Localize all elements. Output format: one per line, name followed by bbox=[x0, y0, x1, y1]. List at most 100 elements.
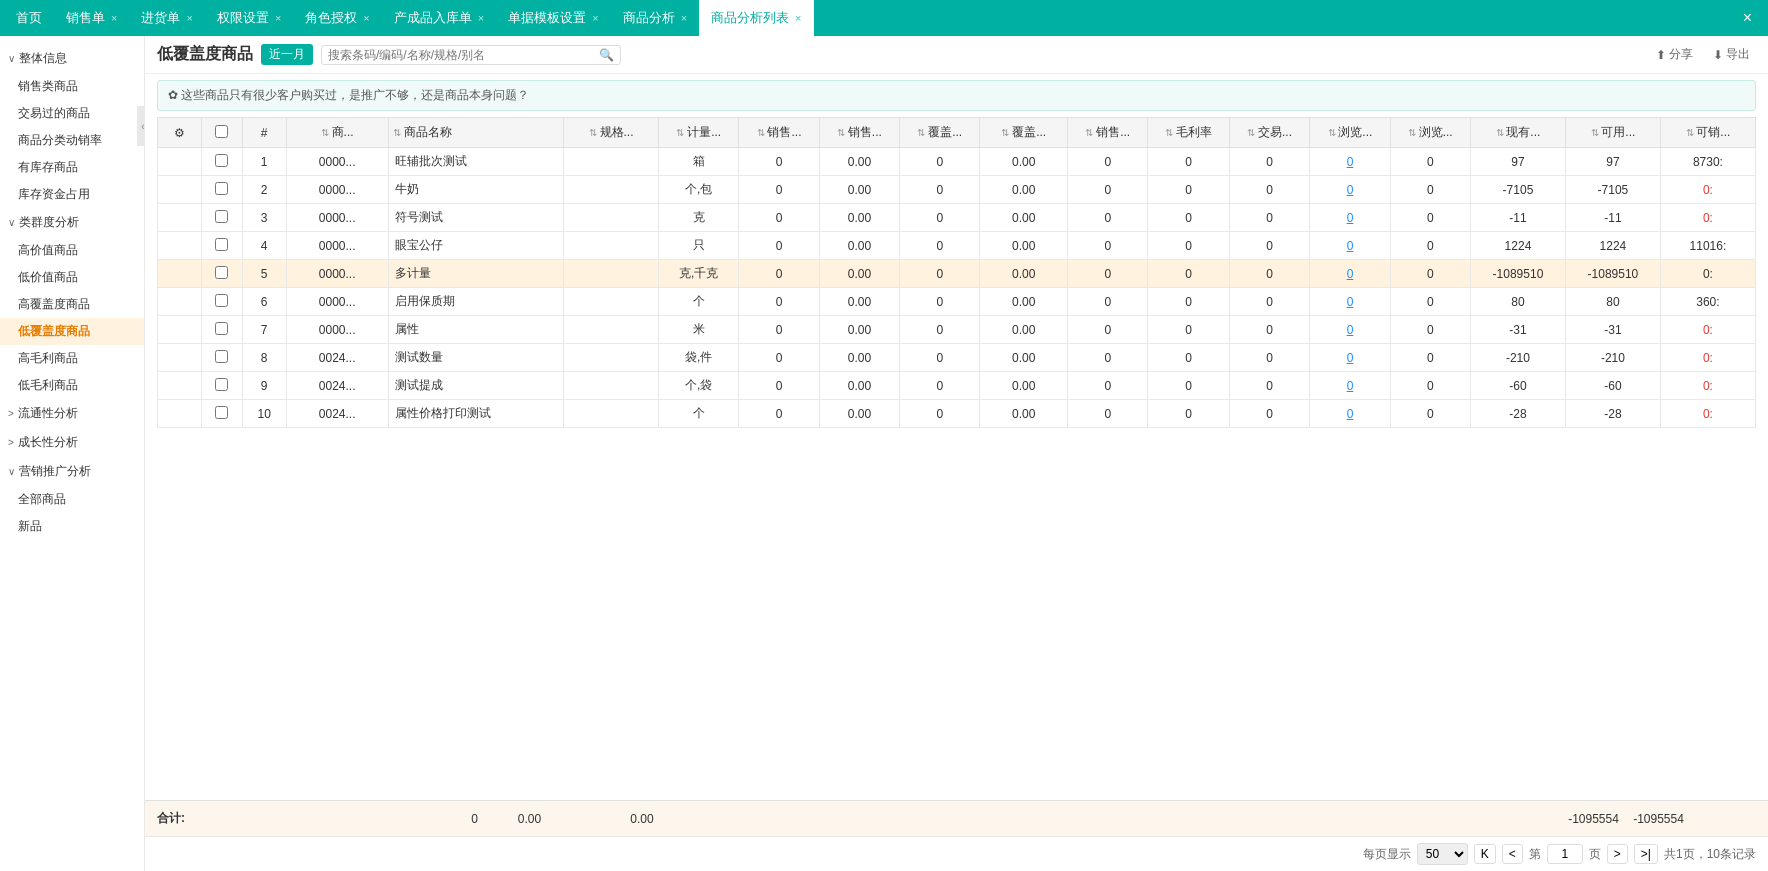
data-table: ⚙ # 商... 商品名称 规格... 计量... 销售... 销售... 覆盖… bbox=[157, 117, 1756, 428]
close-icon[interactable]: × bbox=[478, 12, 484, 24]
browse-link[interactable]: 0 bbox=[1347, 379, 1354, 393]
export-button[interactable]: ⬇ 导出 bbox=[1707, 44, 1756, 65]
top-nav: 首页 销售单 × 进货单 × 权限设置 × 角色授权 × 产成品入库单 × 单据… bbox=[0, 0, 1768, 36]
nav-sales[interactable]: 销售单 × bbox=[54, 0, 129, 36]
row-checkbox[interactable] bbox=[215, 406, 228, 419]
row-checkbox[interactable] bbox=[215, 154, 228, 167]
col-avail-header[interactable]: 可用... bbox=[1565, 118, 1660, 148]
col-cover2-header[interactable]: 覆盖... bbox=[980, 118, 1068, 148]
col-trans-header[interactable]: 交易... bbox=[1229, 118, 1309, 148]
sidebar-item-in-stock[interactable]: 有库存商品 bbox=[0, 154, 144, 181]
browse-link[interactable]: 0 bbox=[1347, 155, 1354, 169]
sidebar-group-flow[interactable]: > 流通性分析 bbox=[0, 399, 144, 428]
col-spec-header[interactable]: 规格... bbox=[564, 118, 659, 148]
sidebar-item-low-value[interactable]: 低价值商品 bbox=[0, 264, 144, 291]
page-input[interactable] bbox=[1547, 844, 1583, 864]
col-unit-header[interactable]: 计量... bbox=[659, 118, 739, 148]
sidebar-item-low-margin[interactable]: 低毛利商品 bbox=[0, 372, 144, 399]
col-cover1-header[interactable]: 覆盖... bbox=[900, 118, 980, 148]
browse-link[interactable]: 0 bbox=[1347, 267, 1354, 281]
table-cell: 0.00 bbox=[980, 316, 1068, 344]
browse-link[interactable]: 0 bbox=[1347, 323, 1354, 337]
col-cur-header[interactable]: 现有... bbox=[1470, 118, 1565, 148]
first-page-button[interactable]: K bbox=[1474, 844, 1496, 864]
col-browse2-header[interactable]: 浏览... bbox=[1390, 118, 1470, 148]
sidebar-item-new-goods[interactable]: 新品 bbox=[0, 513, 144, 540]
row-checkbox[interactable] bbox=[215, 294, 228, 307]
col-sellable-header[interactable]: 可销... bbox=[1660, 118, 1755, 148]
nav-product-analysis[interactable]: 商品分析 × bbox=[611, 0, 699, 36]
sidebar-item-sales-goods[interactable]: 销售类商品 bbox=[0, 73, 144, 100]
sidebar-collapse-button[interactable]: « bbox=[137, 106, 145, 146]
share-button[interactable]: ⬆ 分享 bbox=[1650, 44, 1699, 65]
close-icon[interactable]: × bbox=[795, 12, 801, 24]
sidebar-group-category[interactable]: ∨ 类群度分析 bbox=[0, 208, 144, 237]
row-checkbox[interactable] bbox=[215, 378, 228, 391]
col-sales-qty-header[interactable]: 销售... bbox=[739, 118, 819, 148]
sidebar-item-low-coverage[interactable]: 低覆盖度商品 bbox=[0, 318, 144, 345]
row-checkbox[interactable] bbox=[215, 322, 228, 335]
nav-permissions[interactable]: 权限设置 × bbox=[205, 0, 293, 36]
browse-link[interactable]: 0 bbox=[1347, 211, 1354, 225]
table-cell: 0: bbox=[1660, 372, 1755, 400]
sidebar-item-traded-goods[interactable]: 交易过的商品 bbox=[0, 100, 144, 127]
prev-page-button[interactable]: < bbox=[1502, 844, 1523, 864]
sidebar-group-marketing[interactable]: ∨ 营销推广分析 bbox=[0, 457, 144, 486]
content-area: 低覆盖度商品 近一月 🔍 ⬆ 分享 ⬇ 导出 ✿ 这些商品只有很少客户购买过，是… bbox=[145, 36, 1768, 871]
sidebar-item-category-rate[interactable]: 商品分类动销率 bbox=[0, 127, 144, 154]
browse-link[interactable]: 0 bbox=[1347, 183, 1354, 197]
browse-link[interactable]: 0 bbox=[1347, 295, 1354, 309]
sidebar-group-growth[interactable]: > 成长性分析 bbox=[0, 428, 144, 457]
sidebar-item-high-margin[interactable]: 高毛利商品 bbox=[0, 345, 144, 372]
per-page-select[interactable]: 50 20 100 200 bbox=[1417, 843, 1468, 865]
next-page-button[interactable]: > bbox=[1607, 844, 1628, 864]
close-icon[interactable]: × bbox=[275, 12, 281, 24]
nav-home[interactable]: 首页 bbox=[4, 0, 54, 36]
browse-link[interactable]: 0 bbox=[1347, 407, 1354, 421]
table-cell: 0 bbox=[1229, 260, 1309, 288]
sidebar-item-all-goods[interactable]: 全部商品 bbox=[0, 486, 144, 513]
window-close-button[interactable]: × bbox=[1731, 9, 1764, 27]
col-sales-amt-header[interactable]: 销售... bbox=[819, 118, 899, 148]
table-cell bbox=[564, 176, 659, 204]
col-gross-header[interactable]: 毛利率 bbox=[1148, 118, 1229, 148]
table-cell: 眼宝公仔 bbox=[388, 232, 563, 260]
row-checkbox[interactable] bbox=[215, 210, 228, 223]
last-page-button[interactable]: >| bbox=[1634, 844, 1658, 864]
sidebar-item-capital[interactable]: 库存资金占用 bbox=[0, 181, 144, 208]
row-checkbox[interactable] bbox=[215, 238, 228, 251]
table-cell: 0 bbox=[1229, 288, 1309, 316]
close-icon[interactable]: × bbox=[186, 12, 192, 24]
close-icon[interactable]: × bbox=[111, 12, 117, 24]
nav-role-auth[interactable]: 角色授权 × bbox=[293, 0, 381, 36]
col-browse1-header[interactable]: 浏览... bbox=[1310, 118, 1390, 148]
search-box[interactable]: 🔍 bbox=[321, 45, 621, 65]
period-button[interactable]: 近一月 bbox=[261, 44, 313, 65]
select-all-checkbox[interactable] bbox=[215, 125, 228, 138]
sidebar-item-high-value[interactable]: 高价值商品 bbox=[0, 237, 144, 264]
nav-product-analysis-list[interactable]: 商品分析列表 × bbox=[699, 0, 813, 36]
row-checkbox[interactable] bbox=[215, 350, 228, 363]
sidebar-group-overall[interactable]: ∨ 整体信息 bbox=[0, 44, 144, 73]
close-icon[interactable]: × bbox=[592, 12, 598, 24]
close-icon[interactable]: × bbox=[681, 12, 687, 24]
col-code-header[interactable]: 商... bbox=[286, 118, 388, 148]
sidebar-item-high-coverage[interactable]: 高覆盖度商品 bbox=[0, 291, 144, 318]
browse-link[interactable]: 0 bbox=[1347, 239, 1354, 253]
nav-product-entry[interactable]: 产成品入库单 × bbox=[382, 0, 496, 36]
col-name-header[interactable]: 商品名称 bbox=[388, 118, 563, 148]
table-cell: -31 bbox=[1565, 316, 1660, 344]
table-cell: 0 bbox=[739, 176, 819, 204]
table-cell: 0 bbox=[1310, 372, 1390, 400]
table-row: 30000...符号测试克00.0000.0000000-11-110: bbox=[158, 204, 1756, 232]
col-sales2-header[interactable]: 销售... bbox=[1068, 118, 1148, 148]
col-settings[interactable]: ⚙ bbox=[158, 118, 202, 148]
browse-link[interactable]: 0 bbox=[1347, 351, 1354, 365]
search-input[interactable] bbox=[328, 48, 595, 62]
nav-purchase[interactable]: 进货单 × bbox=[129, 0, 204, 36]
row-checkbox[interactable] bbox=[215, 182, 228, 195]
nav-template-settings[interactable]: 单据模板设置 × bbox=[496, 0, 610, 36]
table-cell: 0.00 bbox=[819, 204, 899, 232]
row-checkbox[interactable] bbox=[215, 266, 228, 279]
close-icon[interactable]: × bbox=[363, 12, 369, 24]
